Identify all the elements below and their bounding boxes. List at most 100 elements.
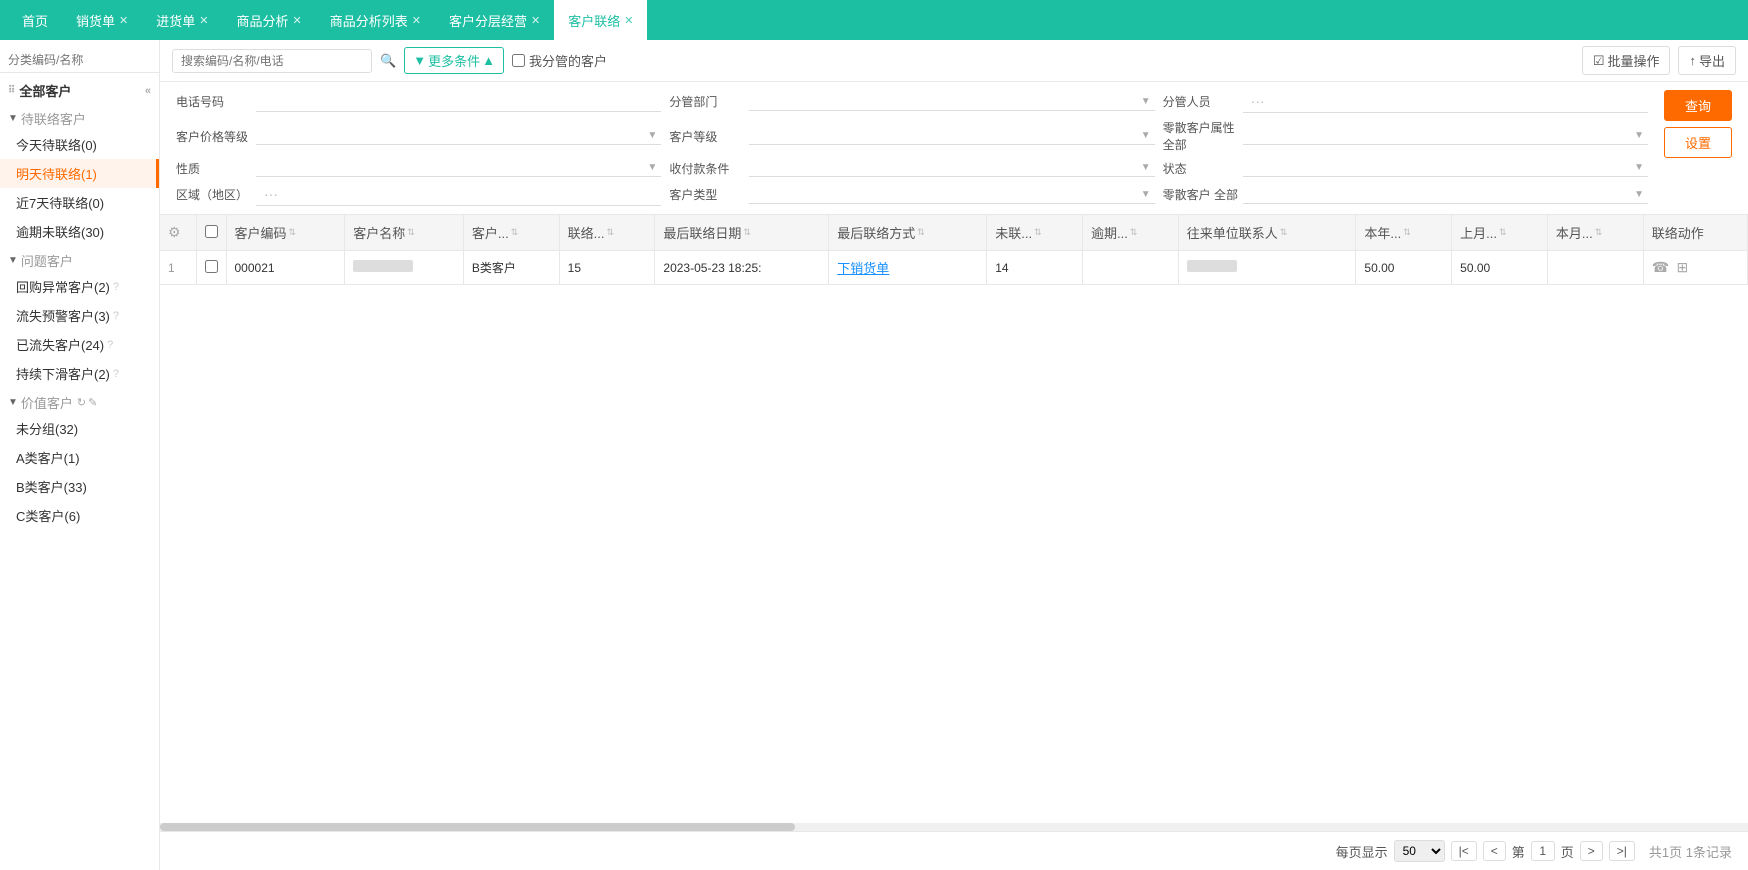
- nav-close-customer-stratification[interactable]: ✕: [531, 14, 540, 27]
- dots-icon[interactable]: ···: [1251, 93, 1265, 109]
- query-button[interactable]: 查询: [1664, 90, 1732, 121]
- gear-icon[interactable]: ⚙: [168, 224, 181, 240]
- sidebar-item-already-lost[interactable]: 已流失客户(24) ?: [0, 330, 159, 359]
- field-price-grade: 客户价格等级 ▼: [176, 127, 661, 145]
- row-uncontacted: 14: [987, 251, 1083, 285]
- batch-operation-button[interactable]: ☑ 批量操作: [1582, 46, 1671, 75]
- nav-purchase-order[interactable]: 进货单 ✕: [142, 0, 222, 40]
- th-name: 客户名称⇅: [345, 215, 464, 251]
- payment-select[interactable]: ▼: [749, 159, 1154, 177]
- sidebar-search-input[interactable]: [8, 53, 160, 67]
- refresh-icon[interactable]: ↻: [77, 396, 86, 409]
- th-category: 客户...⇅: [463, 215, 559, 251]
- sort-icon-this-month[interactable]: ⇅: [1595, 227, 1603, 238]
- next-page-button[interactable]: >: [1580, 841, 1603, 861]
- sort-icon-method[interactable]: ⇅: [917, 227, 925, 238]
- sidebar-item-class-b[interactable]: B类客户(33): [0, 472, 159, 501]
- sidebar-item-today[interactable]: 今天待联络(0): [0, 130, 159, 159]
- sort-icon-overdue[interactable]: ⇅: [1130, 227, 1138, 238]
- sidebar-item-lost-risk[interactable]: 流失预警客户(3) ?: [0, 301, 159, 330]
- retail-customer-select[interactable]: ▼: [1243, 186, 1648, 204]
- prev-page-button[interactable]: <: [1483, 841, 1506, 861]
- retail-attr-select[interactable]: ▼: [1243, 127, 1648, 145]
- region-select[interactable]: ···: [256, 183, 661, 206]
- filter-more-conditions[interactable]: ▼ 更多条件 ▲: [404, 47, 504, 74]
- help-icon-decline: ?: [113, 368, 119, 380]
- sidebar-item-decline[interactable]: 持续下滑客户(2) ?: [0, 359, 159, 388]
- nav-sales-order[interactable]: 销货单 ✕: [62, 0, 142, 40]
- nav-close-purchase-order[interactable]: ✕: [199, 14, 208, 27]
- last-contact-method-link[interactable]: 下销货单: [837, 261, 889, 276]
- sidebar-item-class-a[interactable]: A类客户(1): [0, 443, 159, 472]
- row-name: [345, 251, 464, 285]
- nav-close-product-analysis[interactable]: ✕: [293, 14, 302, 27]
- field-region: 区域（地区） ···: [176, 183, 661, 206]
- content-area: 🔍 ▼ 更多条件 ▲ 我分管的客户 ☑ 批量操作 ↑ 导出: [160, 40, 1748, 870]
- nav-close-sales-order[interactable]: ✕: [119, 14, 128, 27]
- sidebar-item-ungrouped[interactable]: 未分组(32): [0, 414, 159, 443]
- checkbox-icon: ☑: [1593, 53, 1605, 69]
- collapse-icon[interactable]: «: [145, 85, 151, 97]
- per-page-select[interactable]: 50 100 200: [1394, 840, 1445, 862]
- sort-icon-contact[interactable]: ⇅: [606, 227, 614, 238]
- sidebar-item-class-c[interactable]: C类客户(6): [0, 501, 159, 530]
- filter-my-customers[interactable]: 我分管的客户: [512, 51, 607, 70]
- nav-product-analysis-list[interactable]: 商品分析列表 ✕: [316, 0, 435, 40]
- nav-home[interactable]: 首页: [8, 0, 62, 40]
- th-unit-contact: 往来单位联系人⇅: [1178, 215, 1356, 251]
- row-select-checkbox[interactable]: [205, 260, 218, 273]
- sidebar-item-tomorrow[interactable]: 明天待联络(1): [0, 159, 159, 188]
- nav-close-product-analysis-list[interactable]: ✕: [412, 14, 421, 27]
- sort-icon-unit[interactable]: ⇅: [1280, 227, 1288, 238]
- department-select[interactable]: ▼: [749, 93, 1154, 111]
- pagination-total-info: 共1页 1条记录: [1649, 842, 1732, 861]
- horizontal-scrollbar[interactable]: [160, 823, 1748, 831]
- th-last-contact-date: 最后联络日期⇅: [655, 215, 829, 251]
- manager-select[interactable]: ···: [1243, 90, 1648, 113]
- select-all-checkbox[interactable]: [205, 225, 218, 238]
- edit-icon[interactable]: ✎: [88, 396, 97, 409]
- nav-product-analysis[interactable]: 商品分析 ✕: [222, 0, 315, 40]
- action-grid-icon[interactable]: ⊞: [1676, 259, 1688, 275]
- first-page-button[interactable]: |<: [1451, 841, 1477, 861]
- dots-icon-region[interactable]: ···: [264, 186, 278, 202]
- field-nature: 性质 ▼: [176, 159, 661, 177]
- nav-customer-contact[interactable]: 客户联络 ✕: [554, 0, 647, 40]
- phone-input[interactable]: [256, 91, 661, 112]
- sidebar-item-near7[interactable]: 近7天待联络(0): [0, 188, 159, 217]
- customer-table: ⚙ 客户编码⇅ 客户名称⇅ 客户...⇅: [160, 215, 1748, 285]
- adv-filter-row-4: 区域（地区） ··· 客户类型 ▼: [176, 183, 1648, 206]
- grid-icon: ⠿: [8, 85, 15, 96]
- sort-icon-last-month[interactable]: ⇅: [1499, 227, 1507, 238]
- sort-icon-code[interactable]: ⇅: [289, 227, 297, 238]
- scrollbar-thumb[interactable]: [160, 823, 795, 831]
- nav-customer-stratification[interactable]: 客户分层经营 ✕: [435, 0, 554, 40]
- sort-icon-uncontacted[interactable]: ⇅: [1034, 227, 1042, 238]
- row-last-contact-date: 2023-05-23 18:25:: [655, 251, 829, 285]
- nature-select[interactable]: ▼: [256, 159, 661, 177]
- setting-button[interactable]: 设置: [1664, 127, 1732, 158]
- row-contact-count: 15: [559, 251, 655, 285]
- field-customer-type: 客户类型 ▼: [669, 186, 1154, 204]
- sidebar-item-overdue[interactable]: 逾期未联络(30): [0, 217, 159, 246]
- nav-close-customer-contact[interactable]: ✕: [624, 14, 633, 27]
- main-layout: 🔍 ⠿ 全部客户 « ▼ 待联络客户 今天待联络(0) 明天待联络(1) 近7天…: [0, 40, 1748, 870]
- customer-grade-select[interactable]: ▼: [749, 127, 1154, 145]
- sidebar-all-customers[interactable]: ⠿ 全部客户 «: [0, 77, 159, 104]
- sort-icon-category[interactable]: ⇅: [511, 227, 519, 238]
- status-select[interactable]: ▼: [1243, 159, 1648, 177]
- sort-icon-name[interactable]: ⇅: [407, 227, 415, 238]
- last-page-button[interactable]: >|: [1609, 841, 1635, 861]
- sort-icon-date[interactable]: ⇅: [743, 227, 751, 238]
- sidebar-item-repurchase[interactable]: 回购异常客户(2) ?: [0, 272, 159, 301]
- filter-search-icon[interactable]: 🔍: [380, 53, 396, 69]
- my-customers-checkbox[interactable]: [512, 54, 525, 67]
- price-grade-select[interactable]: ▼: [256, 127, 661, 145]
- row-category: B类客户: [463, 251, 559, 285]
- filter-search-input[interactable]: [172, 49, 372, 73]
- export-button[interactable]: ↑ 导出: [1678, 46, 1736, 75]
- customer-type-select[interactable]: ▼: [749, 186, 1154, 204]
- sort-icon-year[interactable]: ⇅: [1403, 227, 1411, 238]
- action-phone-icon[interactable]: ☎: [1652, 259, 1669, 275]
- field-retail-customer: 零散客户 全部 ▼: [1163, 186, 1648, 204]
